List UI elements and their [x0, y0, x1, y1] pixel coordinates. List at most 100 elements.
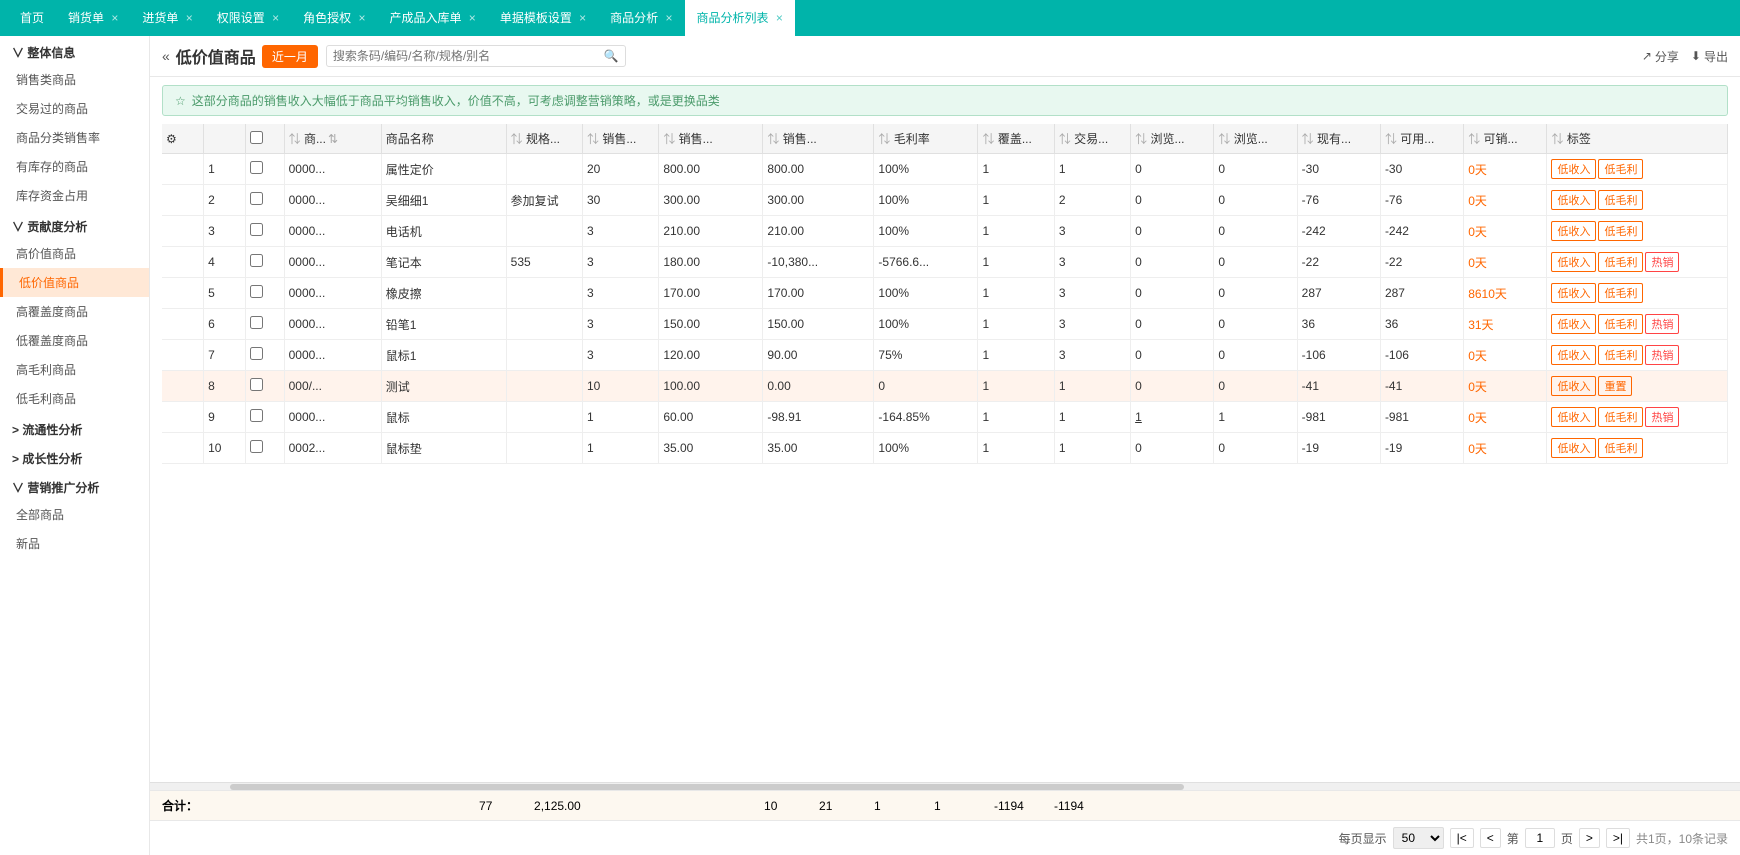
sidebar-item-high-coverage[interactable]: 高覆盖度商品 [0, 297, 149, 326]
nav-role[interactable]: 角色授权 × [291, 0, 377, 36]
nav-permission[interactable]: 权限设置 × [205, 0, 291, 36]
horizontal-scrollbar[interactable] [150, 782, 1740, 790]
nav-analysis[interactable]: 商品分析 × [598, 0, 684, 36]
table-row: 7 0000... 鼠标1 3 120.00 90.00 75% 1 3 0 0… [162, 340, 1728, 371]
search-input[interactable] [333, 49, 600, 63]
th-sale-qty[interactable]: ⇅ 销售... [582, 124, 658, 154]
close-icon[interactable]: × [186, 11, 193, 25]
td-checkbox[interactable] [245, 371, 284, 402]
row-checkbox[interactable] [250, 223, 263, 236]
close-icon[interactable]: × [776, 11, 783, 25]
page-input[interactable] [1525, 828, 1555, 848]
th-sale-amount[interactable]: ⇅ 销售... [763, 124, 874, 154]
sidebar-item-high-value[interactable]: 高价值商品 [0, 239, 149, 268]
th-name[interactable]: 商品名称 [381, 124, 506, 154]
td-checkbox[interactable] [245, 340, 284, 371]
view1-value: 0 [1135, 379, 1142, 393]
filter-recent-month-btn[interactable]: 近一月 [262, 45, 318, 68]
sidebar-group-growth[interactable]: > 成长性分析 [0, 442, 149, 471]
sidebar-item-new-goods[interactable]: 新品 [0, 529, 149, 558]
th-gear[interactable]: ⚙ [162, 124, 204, 154]
select-all-checkbox[interactable] [250, 131, 263, 144]
export-btn[interactable]: ⬇ 导出 [1691, 48, 1728, 65]
scrollbar-thumb[interactable] [230, 784, 1184, 790]
last-page-btn[interactable]: >| [1606, 828, 1630, 848]
sidebar-item-low-margin[interactable]: 低毛利商品 [0, 384, 149, 413]
td-checkbox[interactable] [245, 247, 284, 278]
td-checkbox[interactable] [245, 309, 284, 340]
sidebar-group-contribution[interactable]: ∨ 贡献度分析 [0, 210, 149, 239]
th-trade[interactable]: ⇅ 交易... [1054, 124, 1130, 154]
nav-analysis-list[interactable]: 商品分析列表 × [685, 0, 795, 36]
prev-page-btn[interactable]: < [1480, 828, 1501, 848]
td-checkbox[interactable] [245, 402, 284, 433]
next-page-btn[interactable]: > [1579, 828, 1600, 848]
sidebar-item-low-coverage[interactable]: 低覆盖度商品 [0, 326, 149, 355]
th-code[interactable]: ⇅ 商...⇅ [284, 124, 381, 154]
row-checkbox[interactable] [250, 316, 263, 329]
row-checkbox[interactable] [250, 254, 263, 267]
row-checkbox[interactable] [250, 347, 263, 360]
sidebar-group-marketing[interactable]: ∨ 营销推广分析 [0, 471, 149, 500]
sidebar-group-liquidity[interactable]: > 流通性分析 [0, 413, 149, 442]
th-checkbox[interactable] [245, 124, 284, 154]
search-icon[interactable]: 🔍 [604, 49, 619, 63]
collapse-sidebar-btn[interactable]: « [162, 48, 170, 64]
td-gross-margin: 0 [874, 371, 978, 402]
nav-purchase[interactable]: 进货单 × [130, 0, 204, 36]
th-view1[interactable]: ⇅ 浏览... [1131, 124, 1214, 154]
nav-sales[interactable]: 销货单 × [56, 0, 130, 36]
td-checkbox[interactable] [245, 433, 284, 464]
th-coverage[interactable]: ⇅ 覆盖... [978, 124, 1054, 154]
sidebar-group-overview[interactable]: ∨ 整体信息 [0, 36, 149, 65]
th-saleable[interactable]: ⇅ 可销... [1464, 124, 1547, 154]
sidebar-item-all-goods[interactable]: 全部商品 [0, 500, 149, 529]
sidebar-item-inventory-goods[interactable]: 有库存的商品 [0, 152, 149, 181]
view1-link[interactable]: 1 [1135, 410, 1142, 424]
th-usable[interactable]: ⇅ 可用... [1380, 124, 1463, 154]
th-tags[interactable]: ⇅ 标签 [1547, 124, 1728, 154]
sidebar-item-capital[interactable]: 库存资金占用 [0, 181, 149, 210]
th-current[interactable]: ⇅ 现有... [1297, 124, 1380, 154]
nav-home[interactable]: 首页 [8, 0, 56, 36]
row-checkbox[interactable] [250, 440, 263, 453]
close-icon[interactable]: × [358, 11, 365, 25]
td-code: 0000... [284, 247, 381, 278]
th-gross-margin[interactable]: ⇅ 毛利率 [874, 124, 978, 154]
nav-inventory[interactable]: 产成品入库单 × [377, 0, 487, 36]
close-icon[interactable]: × [666, 11, 673, 25]
th-view2[interactable]: ⇅ 浏览... [1214, 124, 1297, 154]
row-checkbox[interactable] [250, 409, 263, 422]
td-current: -242 [1297, 216, 1380, 247]
td-checkbox[interactable] [245, 278, 284, 309]
td-view2: 0 [1214, 278, 1297, 309]
nav-template[interactable]: 单据模板设置 × [488, 0, 598, 36]
td-view1: 0 [1131, 340, 1214, 371]
total-info: 共1页，10条记录 [1636, 830, 1728, 847]
td-checkbox[interactable] [245, 185, 284, 216]
td-checkbox[interactable] [245, 154, 284, 185]
close-icon[interactable]: × [469, 11, 476, 25]
td-sale-qty: 3 [582, 340, 658, 371]
row-checkbox[interactable] [250, 378, 263, 391]
th-spec[interactable]: ⇅ 规格... [506, 124, 582, 154]
first-page-btn[interactable]: |< [1450, 828, 1474, 848]
sidebar-item-sales-goods[interactable]: 销售类商品 [0, 65, 149, 94]
th-sale-price[interactable]: ⇅ 销售... [659, 124, 763, 154]
page-size-select[interactable]: 50 100 200 [1393, 827, 1444, 849]
sidebar-item-high-margin[interactable]: 高毛利商品 [0, 355, 149, 384]
sort-icon: ⇅ [663, 132, 675, 146]
row-checkbox[interactable] [250, 192, 263, 205]
row-checkbox[interactable] [250, 285, 263, 298]
row-checkbox[interactable] [250, 161, 263, 174]
close-icon[interactable]: × [579, 11, 586, 25]
sidebar-item-traded-goods[interactable]: 交易过的商品 [0, 94, 149, 123]
sidebar-item-category-rate[interactable]: 商品分类销售率 [0, 123, 149, 152]
share-btn[interactable]: ↗ 分享 [1642, 48, 1679, 65]
td-view2: 0 [1214, 216, 1297, 247]
td-checkbox[interactable] [245, 216, 284, 247]
close-icon[interactable]: × [272, 11, 279, 25]
td-trade: 1 [1054, 402, 1130, 433]
sidebar-item-low-value[interactable]: 低价值商品 [0, 268, 149, 297]
close-icon[interactable]: × [111, 11, 118, 25]
